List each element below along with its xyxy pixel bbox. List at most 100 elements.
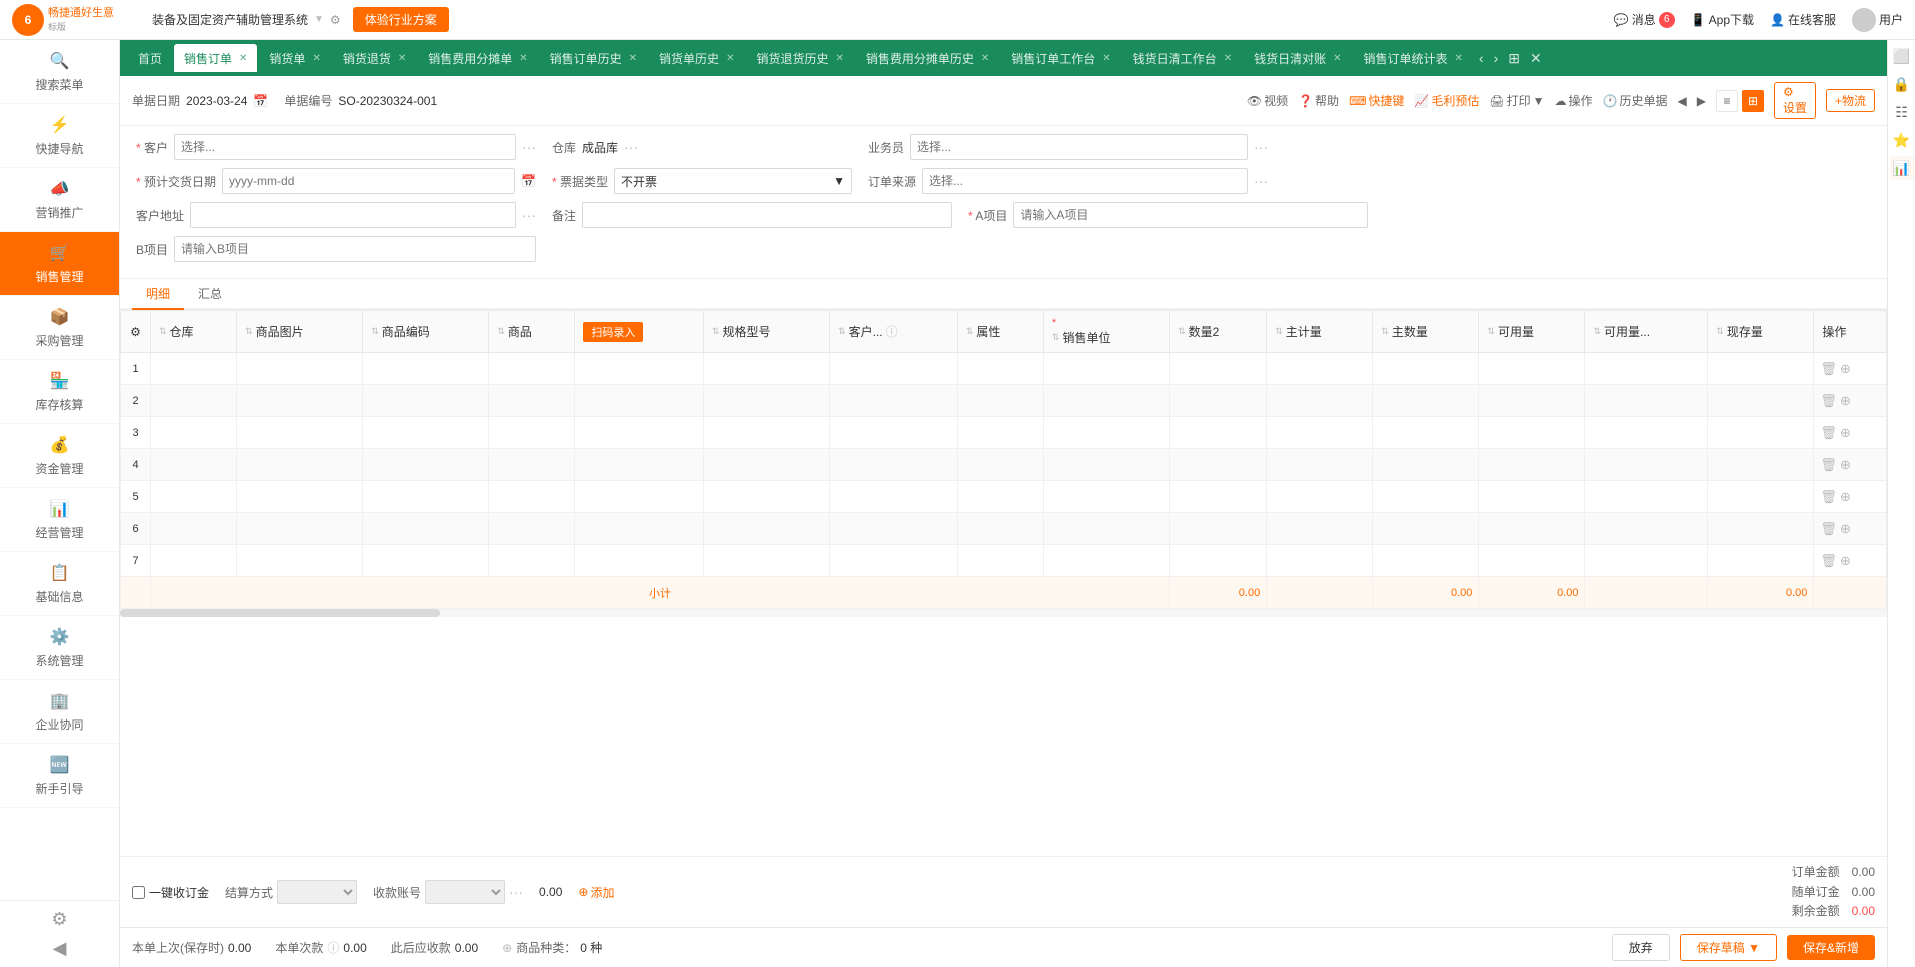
- row-copy-icon[interactable]: ⊕: [1840, 361, 1851, 376]
- cell-main-unit[interactable]: [1267, 385, 1373, 417]
- cell-main-unit[interactable]: [1267, 353, 1373, 385]
- user-area[interactable]: 用户: [1852, 8, 1903, 32]
- draft-btn[interactable]: 保存草稿 ▼: [1680, 934, 1777, 961]
- cell-main-unit[interactable]: [1267, 417, 1373, 449]
- horizontal-scrollbar[interactable]: [120, 609, 1887, 617]
- tab-cash-reconcile[interactable]: 钱货日清对账 ✕: [1244, 44, 1351, 72]
- row-delete-icon[interactable]: 🗑: [1820, 553, 1837, 568]
- right-panel-icon-5[interactable]: 📊: [1890, 156, 1914, 180]
- tab-sales-refund[interactable]: 销货退货 ✕: [333, 44, 416, 72]
- row-copy-icon[interactable]: ⊕: [1840, 489, 1851, 504]
- cell-stock[interactable]: [1708, 449, 1814, 481]
- tab-sales-workbench[interactable]: 销售订单工作台 ✕: [1001, 44, 1120, 72]
- cell-goods[interactable]: [489, 481, 575, 513]
- cell-goods[interactable]: [489, 353, 575, 385]
- sidebar-item-sales[interactable]: 🛒 销售管理: [0, 232, 119, 296]
- cell-spec[interactable]: [703, 385, 829, 417]
- tab-expand-btn[interactable]: ⊞: [1504, 50, 1524, 67]
- row-delete-icon[interactable]: 🗑: [1820, 361, 1837, 376]
- sidebar-collapse-icon[interactable]: ◀: [53, 938, 67, 959]
- cell-available2[interactable]: [1585, 545, 1708, 577]
- cell-spec[interactable]: [703, 449, 829, 481]
- cell-attributes[interactable]: [957, 449, 1043, 481]
- cell-stock[interactable]: [1708, 417, 1814, 449]
- tab-close-icon[interactable]: ✕: [1455, 53, 1463, 64]
- cell-spec[interactable]: [703, 353, 829, 385]
- cell-image[interactable]: [237, 481, 363, 513]
- cell-code[interactable]: [363, 385, 489, 417]
- delivery-input[interactable]: [222, 168, 515, 194]
- help-btn[interactable]: ❓ 帮助: [1298, 92, 1339, 109]
- cell-available[interactable]: [1479, 353, 1585, 385]
- sidebar-item-operations[interactable]: 📊 经营管理: [0, 488, 119, 552]
- add-btn[interactable]: ⊕ 添加: [578, 884, 614, 901]
- cell-available[interactable]: [1479, 417, 1585, 449]
- address-more-icon[interactable]: ···: [522, 207, 536, 223]
- cell-main-qty[interactable]: [1373, 481, 1479, 513]
- tab-close-icon[interactable]: ✕: [629, 53, 637, 64]
- cell-main-unit[interactable]: [1267, 513, 1373, 545]
- cell-attributes[interactable]: [957, 417, 1043, 449]
- tab-close-icon[interactable]: ✕: [1333, 53, 1341, 64]
- cell-unit[interactable]: [1043, 417, 1169, 449]
- cell-image[interactable]: [237, 385, 363, 417]
- cell-goods[interactable]: [489, 513, 575, 545]
- tab-close-all-btn[interactable]: ✕: [1526, 50, 1546, 67]
- view-grid-icon[interactable]: ⊞: [1742, 90, 1764, 112]
- table-container[interactable]: ⚙ ⇅仓库 ⇅商品图片 ⇅商品编码: [120, 310, 1887, 856]
- cell-qty2[interactable]: [1170, 545, 1267, 577]
- cell-scan[interactable]: [575, 417, 704, 449]
- tab-close-icon[interactable]: ✕: [835, 53, 843, 64]
- cell-main-qty[interactable]: [1373, 353, 1479, 385]
- invoice-select[interactable]: 不开票 ▼: [614, 168, 852, 194]
- row-delete-icon[interactable]: 🗑: [1820, 521, 1837, 536]
- tab-sales-history[interactable]: 销售订单历史 ✕: [540, 44, 647, 72]
- settings-btn[interactable]: ⚙ 设置: [1774, 82, 1816, 119]
- message-btn[interactable]: 💬 消息 6: [1614, 11, 1675, 28]
- one-click-check[interactable]: [132, 886, 145, 899]
- cell-warehouse[interactable]: [151, 545, 237, 577]
- cell-customer-code[interactable]: [830, 481, 958, 513]
- cell-available2[interactable]: [1585, 385, 1708, 417]
- cell-customer-code[interactable]: [830, 353, 958, 385]
- cell-code[interactable]: [363, 353, 489, 385]
- scan-button[interactable]: 扫码录入: [583, 322, 643, 342]
- cell-main-qty[interactable]: [1373, 545, 1479, 577]
- sidebar-item-finance[interactable]: 💰 资金管理: [0, 424, 119, 488]
- cell-scan[interactable]: [575, 353, 704, 385]
- cell-customer-code[interactable]: [830, 513, 958, 545]
- cell-unit[interactable]: [1043, 545, 1169, 577]
- cell-warehouse[interactable]: [151, 449, 237, 481]
- cell-qty2[interactable]: [1170, 353, 1267, 385]
- cell-main-qty[interactable]: [1373, 449, 1479, 481]
- row-delete-icon[interactable]: 🗑: [1820, 393, 1837, 408]
- app-download-btn[interactable]: 📱 App下载: [1691, 11, 1754, 28]
- row-copy-icon[interactable]: ⊕: [1840, 521, 1851, 536]
- remark-input[interactable]: [582, 202, 952, 228]
- sidebar-settings-icon[interactable]: ⚙: [51, 909, 67, 930]
- right-panel-icon-3[interactable]: ☷: [1890, 100, 1914, 124]
- order-source-input[interactable]: [922, 168, 1248, 194]
- industry-button[interactable]: 体验行业方案: [353, 7, 449, 32]
- right-panel-icon-4[interactable]: ⭐: [1890, 128, 1914, 152]
- cell-stock[interactable]: [1708, 353, 1814, 385]
- row-delete-icon[interactable]: 🗑: [1820, 489, 1837, 504]
- view-btn[interactable]: 👁 视频: [1247, 92, 1288, 109]
- calendar-icon[interactable]: 📅: [253, 94, 268, 108]
- date-picker-icon[interactable]: 📅: [521, 174, 536, 188]
- row-delete-icon[interactable]: 🗑: [1820, 425, 1837, 440]
- add-logistics-btn[interactable]: +物流: [1826, 89, 1875, 112]
- cell-code[interactable]: [363, 545, 489, 577]
- salesperson-input[interactable]: [910, 134, 1248, 160]
- cell-main-unit[interactable]: [1267, 545, 1373, 577]
- col-scan[interactable]: 扫码录入: [575, 311, 704, 353]
- row-copy-icon[interactable]: ⊕: [1840, 553, 1851, 568]
- cell-warehouse[interactable]: [151, 481, 237, 513]
- tab-next-btn[interactable]: ›: [1490, 50, 1503, 66]
- tab-sales-stats[interactable]: 销售订单统计表 ✕: [1353, 44, 1472, 72]
- cell-warehouse[interactable]: [151, 513, 237, 545]
- sidebar-item-shortcuts[interactable]: ⚡ 快捷导航: [0, 104, 119, 168]
- one-click-checkbox[interactable]: 一键收订金: [132, 884, 209, 901]
- tab-sales-fee-history[interactable]: 销售费用分摊单历史 ✕: [856, 44, 999, 72]
- cell-image[interactable]: [237, 417, 363, 449]
